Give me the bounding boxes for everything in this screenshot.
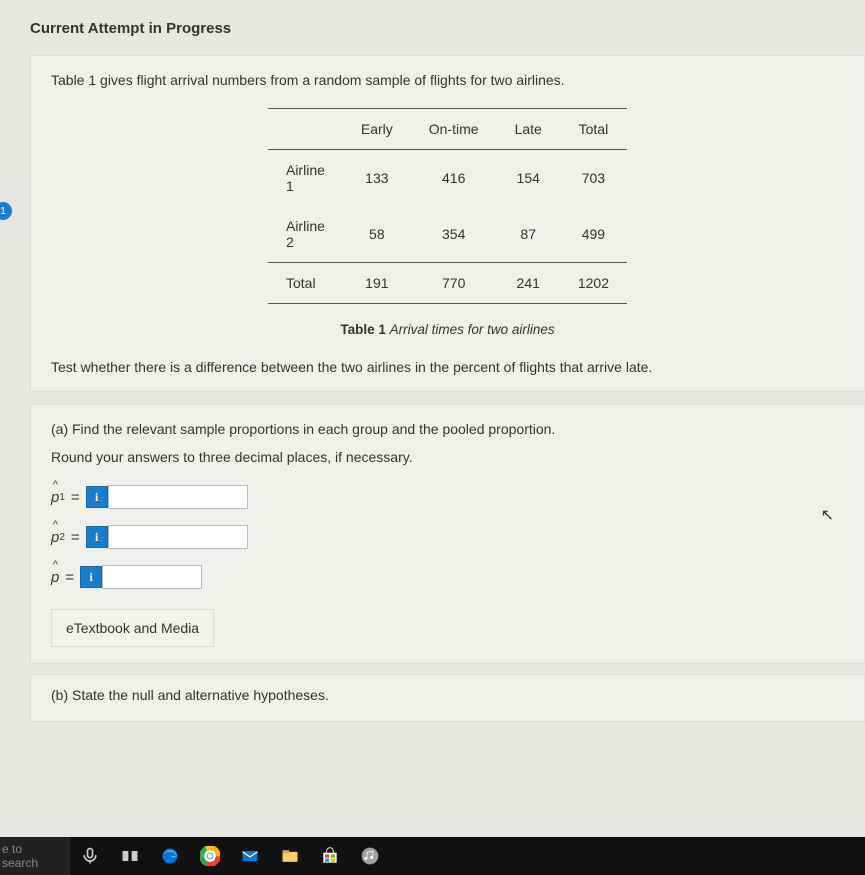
equals: =	[71, 489, 80, 506]
col-early: Early	[343, 109, 411, 150]
caption-bold: Table 1	[340, 322, 386, 337]
cell: 133	[343, 150, 411, 207]
table-row: Airline 1 133 416 154 703	[268, 150, 627, 207]
answer-row-p1: ^p1 = i	[51, 485, 844, 509]
taskbar: e to search	[0, 837, 865, 875]
rounding-instruction: Round your answers to three decimal plac…	[51, 449, 844, 465]
part-b-prompt: (b) State the null and alternative hypot…	[51, 687, 844, 703]
mail-icon[interactable]	[230, 837, 270, 875]
part-b-card: (b) State the null and alternative hypot…	[30, 674, 865, 722]
part-a-prompt: (a) Find the relevant sample proportions…	[51, 421, 844, 437]
info-icon[interactable]: i	[86, 486, 108, 508]
p-input[interactable]	[102, 565, 202, 589]
store-icon[interactable]	[310, 837, 350, 875]
answer-row-p2: ^p2 = i	[51, 525, 844, 549]
explorer-icon[interactable]	[270, 837, 310, 875]
p2-input[interactable]	[108, 525, 248, 549]
cell: 1202	[560, 263, 627, 304]
subscript: 2	[59, 532, 65, 543]
cell: 770	[411, 263, 497, 304]
page-title: Current Attempt in Progress	[30, 20, 865, 37]
symbol-phat2: ^p	[51, 529, 59, 546]
table-row: Airline 2 58 354 87 499	[268, 206, 627, 263]
cell: 154	[497, 150, 560, 207]
symbol-phat: ^p	[51, 569, 59, 586]
info-icon[interactable]: i	[80, 566, 102, 588]
col-blank	[268, 109, 343, 150]
col-late: Late	[497, 109, 560, 150]
cell: 416	[411, 150, 497, 207]
part-a-card: (a) Find the relevant sample proportions…	[30, 404, 865, 664]
cell: 58	[343, 206, 411, 263]
taskbar-search[interactable]: e to search	[0, 837, 70, 875]
subscript: 1	[59, 492, 65, 503]
cell: 241	[497, 263, 560, 304]
edge-icon[interactable]	[150, 837, 190, 875]
row-label: Airline 2	[268, 206, 343, 263]
etextbook-link[interactable]: eTextbook and Media	[51, 609, 214, 647]
cell: 703	[560, 150, 627, 207]
row-label: Airline 1	[268, 150, 343, 207]
chrome-icon[interactable]	[190, 837, 230, 875]
intro-text: Table 1 gives flight arrival numbers fro…	[51, 72, 844, 88]
equals: =	[71, 529, 80, 546]
task-view-icon[interactable]	[110, 837, 150, 875]
table-row-total: Total 191 770 241 1202	[268, 263, 627, 304]
cell: 499	[560, 206, 627, 263]
cursor-icon: ↖	[821, 505, 834, 525]
row-label: Total	[268, 263, 343, 304]
p1-input[interactable]	[108, 485, 248, 509]
caption-italic: Arrival times for two airlines	[390, 322, 555, 337]
info-icon[interactable]: i	[86, 526, 108, 548]
symbol-phat1: ^p	[51, 489, 59, 506]
mic-icon[interactable]	[70, 837, 110, 875]
problem-card: Table 1 gives flight arrival numbers fro…	[30, 55, 865, 392]
cell: 191	[343, 263, 411, 304]
equals: =	[65, 569, 74, 586]
test-instruction: Test whether there is a difference betwe…	[51, 359, 844, 375]
data-table: Early On-time Late Total Airline 1 133 4…	[268, 108, 627, 304]
col-total: Total	[560, 109, 627, 150]
cell: 87	[497, 206, 560, 263]
table-caption: Table 1 Arrival times for two airlines	[51, 322, 844, 337]
itunes-icon[interactable]	[350, 837, 390, 875]
col-ontime: On-time	[411, 109, 497, 150]
cell: 354	[411, 206, 497, 263]
answer-row-p: ^p = i	[51, 565, 844, 589]
